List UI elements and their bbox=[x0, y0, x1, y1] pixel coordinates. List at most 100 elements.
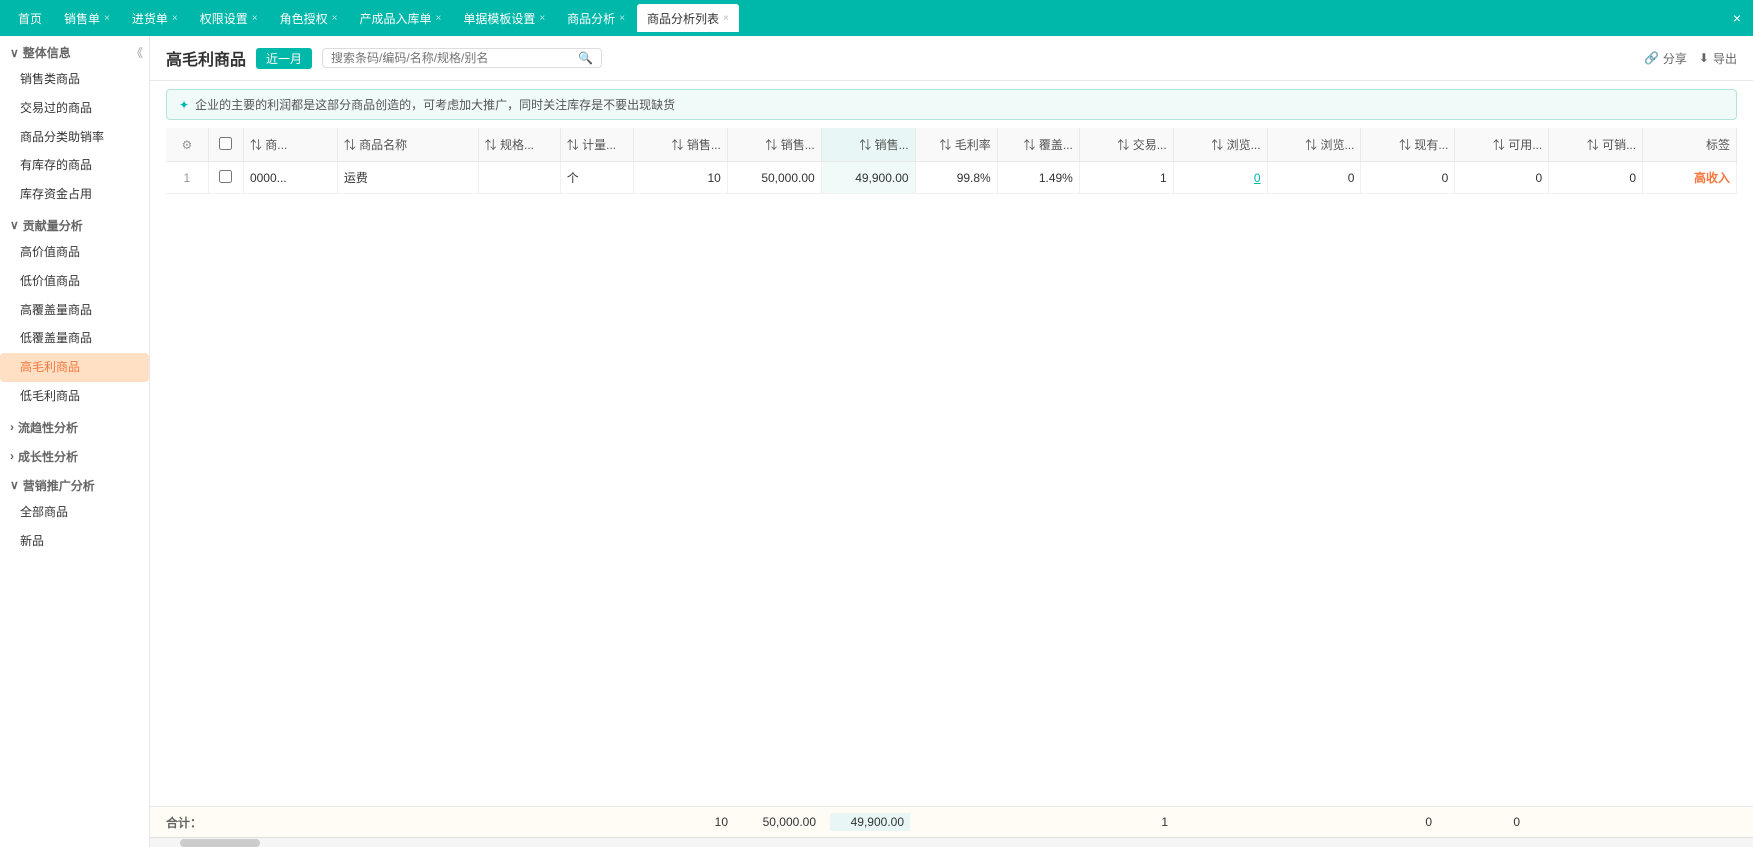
info-banner: ✦ 企业的主要的利润都是这部分商品创造的，可考虑加大推广，同时关注库存是不要出现… bbox=[166, 89, 1737, 120]
sidebar-item-all-goods[interactable]: 全部商品 bbox=[0, 498, 149, 527]
sidebar-group-contribution[interactable]: ∨ 贡献量分析 bbox=[0, 209, 149, 238]
sidebar-item-stock-capital[interactable]: 库存资金占用 bbox=[0, 180, 149, 209]
col-header-browse2: ⇅ 浏览... bbox=[1267, 128, 1361, 162]
close-all-tabs[interactable]: × bbox=[1729, 6, 1745, 30]
content-header: 高毛利商品 近一月 🔍 🔗 分享 ⬇ 导出 bbox=[150, 36, 1753, 81]
cell-sales-qty: 10 bbox=[633, 162, 727, 194]
close-tab-sales[interactable]: × bbox=[104, 13, 110, 24]
cell-unit: 个 bbox=[560, 162, 633, 194]
col-header-coverage: ⇅ 覆盖... bbox=[997, 128, 1079, 162]
horizontal-scrollbar[interactable] bbox=[150, 837, 1753, 847]
chevron-down-icon-3: ∨ bbox=[10, 478, 19, 492]
footer-trade: 1 bbox=[1094, 813, 1174, 831]
sidebar-group-marketing[interactable]: ∨ 营销推广分析 bbox=[0, 469, 149, 498]
sidebar-item-stocked-goods[interactable]: 有库存的商品 bbox=[0, 151, 149, 180]
sidebar-item-high-value[interactable]: 高价值商品 bbox=[0, 238, 149, 267]
content-area: 高毛利商品 近一月 🔍 🔗 分享 ⬇ 导出 ✦ 企业的主要的利润都是这部分商品创… bbox=[150, 36, 1753, 847]
close-tab-finished-goods[interactable]: × bbox=[435, 13, 441, 24]
header-actions: 🔗 分享 ⬇ 导出 bbox=[1644, 50, 1737, 67]
share-icon: 🔗 bbox=[1644, 51, 1659, 65]
col-header-stock-sell: ⇅ 可销... bbox=[1549, 128, 1643, 162]
col-header-tag: 标签 bbox=[1643, 128, 1737, 162]
sidebar-item-low-margin[interactable]: 低毛利商品 bbox=[0, 382, 149, 411]
col-header-trade: ⇅ 交易... bbox=[1079, 128, 1173, 162]
cell-coverage: 1.49% bbox=[997, 162, 1079, 194]
sidebar-item-traded-goods[interactable]: 交易过的商品 bbox=[0, 94, 149, 123]
cell-code: 0000... bbox=[243, 162, 337, 194]
close-tab-product-analysis[interactable]: × bbox=[619, 13, 625, 24]
close-tab-purchase[interactable]: × bbox=[172, 13, 178, 24]
footer-browse2 bbox=[1270, 820, 1350, 824]
close-tab-permissions[interactable]: × bbox=[252, 13, 258, 24]
footer-coverage bbox=[1006, 820, 1086, 824]
share-btn[interactable]: 🔗 分享 bbox=[1644, 50, 1687, 67]
data-table: ⚙ ⇅ 商... ⇅ 商品名称 bbox=[166, 128, 1737, 194]
page-title: 高毛利商品 bbox=[166, 46, 246, 70]
info-icon: ✦ bbox=[179, 98, 189, 112]
footer-browse1 bbox=[1182, 820, 1262, 824]
search-icon[interactable]: 🔍 bbox=[578, 51, 593, 65]
sidebar-item-new-goods[interactable]: 新品 bbox=[0, 527, 149, 556]
footer-stock-avail: 0 bbox=[1446, 813, 1526, 831]
table-row: 1 0000... 运费 个 10 50,000.00 49,900.00 99… bbox=[166, 162, 1737, 194]
sidebar-collapse-btn[interactable]: 《 bbox=[131, 44, 143, 61]
cell-stock-sell: 0 bbox=[1549, 162, 1643, 194]
sidebar-item-high-margin[interactable]: 高毛利商品 bbox=[0, 353, 149, 382]
scrollbar-thumb[interactable] bbox=[180, 839, 260, 847]
footer-gross-rate bbox=[918, 820, 998, 824]
tab-finished-goods[interactable]: 产成品入库单 × bbox=[349, 4, 451, 32]
footer-sales-amount: 50,000.00 bbox=[742, 813, 822, 831]
settings-icon[interactable]: ⚙ bbox=[181, 138, 192, 152]
cell-spec bbox=[478, 162, 560, 194]
top-nav: 首页 销售单 × 进货单 × 权限设置 × 角色授权 × 产成品入库单 × 单据… bbox=[0, 0, 1753, 36]
cell-gross-rate: 99.8% bbox=[915, 162, 997, 194]
sidebar-item-high-coverage[interactable]: 高覆盖量商品 bbox=[0, 296, 149, 325]
sidebar-item-low-coverage[interactable]: 低覆盖量商品 bbox=[0, 324, 149, 353]
cell-browse1[interactable]: 0 bbox=[1173, 162, 1267, 194]
chevron-down-icon: ∨ bbox=[10, 46, 19, 60]
sidebar-item-category-rate[interactable]: 商品分类助销率 bbox=[0, 123, 149, 152]
col-header-browse1: ⇅ 浏览... bbox=[1173, 128, 1267, 162]
select-all-checkbox[interactable] bbox=[219, 137, 232, 150]
col-header-sales-amount: ⇅ 销售... bbox=[727, 128, 821, 162]
close-tab-roles[interactable]: × bbox=[332, 13, 338, 24]
cell-trade: 1 bbox=[1079, 162, 1173, 194]
export-btn[interactable]: ⬇ 导出 bbox=[1699, 50, 1737, 67]
table-header-row: ⚙ ⇅ 商... ⇅ 商品名称 bbox=[166, 128, 1737, 162]
search-box: 🔍 bbox=[322, 48, 602, 68]
cell-sales-profit: 49,900.00 bbox=[821, 162, 915, 194]
time-filter-btn[interactable]: 近一月 bbox=[256, 48, 312, 69]
close-tab-product-analysis-list[interactable]: × bbox=[723, 13, 729, 24]
cell-browse2: 0 bbox=[1267, 162, 1361, 194]
cell-stock-avail: 0 bbox=[1455, 162, 1549, 194]
col-header-check bbox=[208, 128, 243, 162]
tab-roles[interactable]: 角色授权 × bbox=[270, 4, 348, 32]
tab-purchase[interactable]: 进货单 × bbox=[122, 4, 188, 32]
sidebar-group-overall[interactable]: ∨ 整体信息 bbox=[0, 36, 149, 65]
col-header-name: ⇅ 商品名称 bbox=[337, 128, 478, 162]
chevron-right-icon-2: › bbox=[10, 449, 14, 463]
main-layout: 《 ∨ 整体信息 销售类商品 交易过的商品 商品分类助销率 有库存的商品 库存资… bbox=[0, 36, 1753, 847]
cell-check[interactable] bbox=[208, 162, 243, 194]
sidebar-group-trend[interactable]: › 流趋性分析 bbox=[0, 411, 149, 440]
chevron-down-icon-2: ∨ bbox=[10, 218, 19, 232]
tab-template-settings[interactable]: 单据模板设置 × bbox=[453, 4, 555, 32]
sidebar-item-low-value[interactable]: 低价值商品 bbox=[0, 267, 149, 296]
export-icon: ⬇ bbox=[1699, 51, 1709, 65]
tab-product-analysis-list[interactable]: 商品分析列表 × bbox=[637, 4, 739, 32]
tab-product-analysis[interactable]: 商品分析 × bbox=[557, 4, 635, 32]
sidebar-group-growth[interactable]: › 成长性分析 bbox=[0, 440, 149, 469]
footer-bar: 合计： 10 50,000.00 49,900.00 1 0 0 bbox=[150, 806, 1753, 837]
tab-permissions[interactable]: 权限设置 × bbox=[190, 4, 268, 32]
table-wrapper: ⚙ ⇅ 商... ⇅ 商品名称 bbox=[166, 128, 1737, 806]
sidebar-item-sales-goods[interactable]: 销售类商品 bbox=[0, 65, 149, 94]
search-input[interactable] bbox=[331, 51, 572, 65]
cell-num: 1 bbox=[166, 162, 208, 194]
footer-stock-now: 0 bbox=[1358, 813, 1438, 831]
tab-home[interactable]: 首页 bbox=[8, 4, 52, 32]
tab-sales[interactable]: 销售单 × bbox=[54, 4, 120, 32]
cell-stock-now: 0 bbox=[1361, 162, 1455, 194]
footer-sales-qty: 10 bbox=[654, 813, 734, 831]
close-tab-template-settings[interactable]: × bbox=[539, 13, 545, 24]
footer-label: 合计： bbox=[166, 814, 202, 831]
